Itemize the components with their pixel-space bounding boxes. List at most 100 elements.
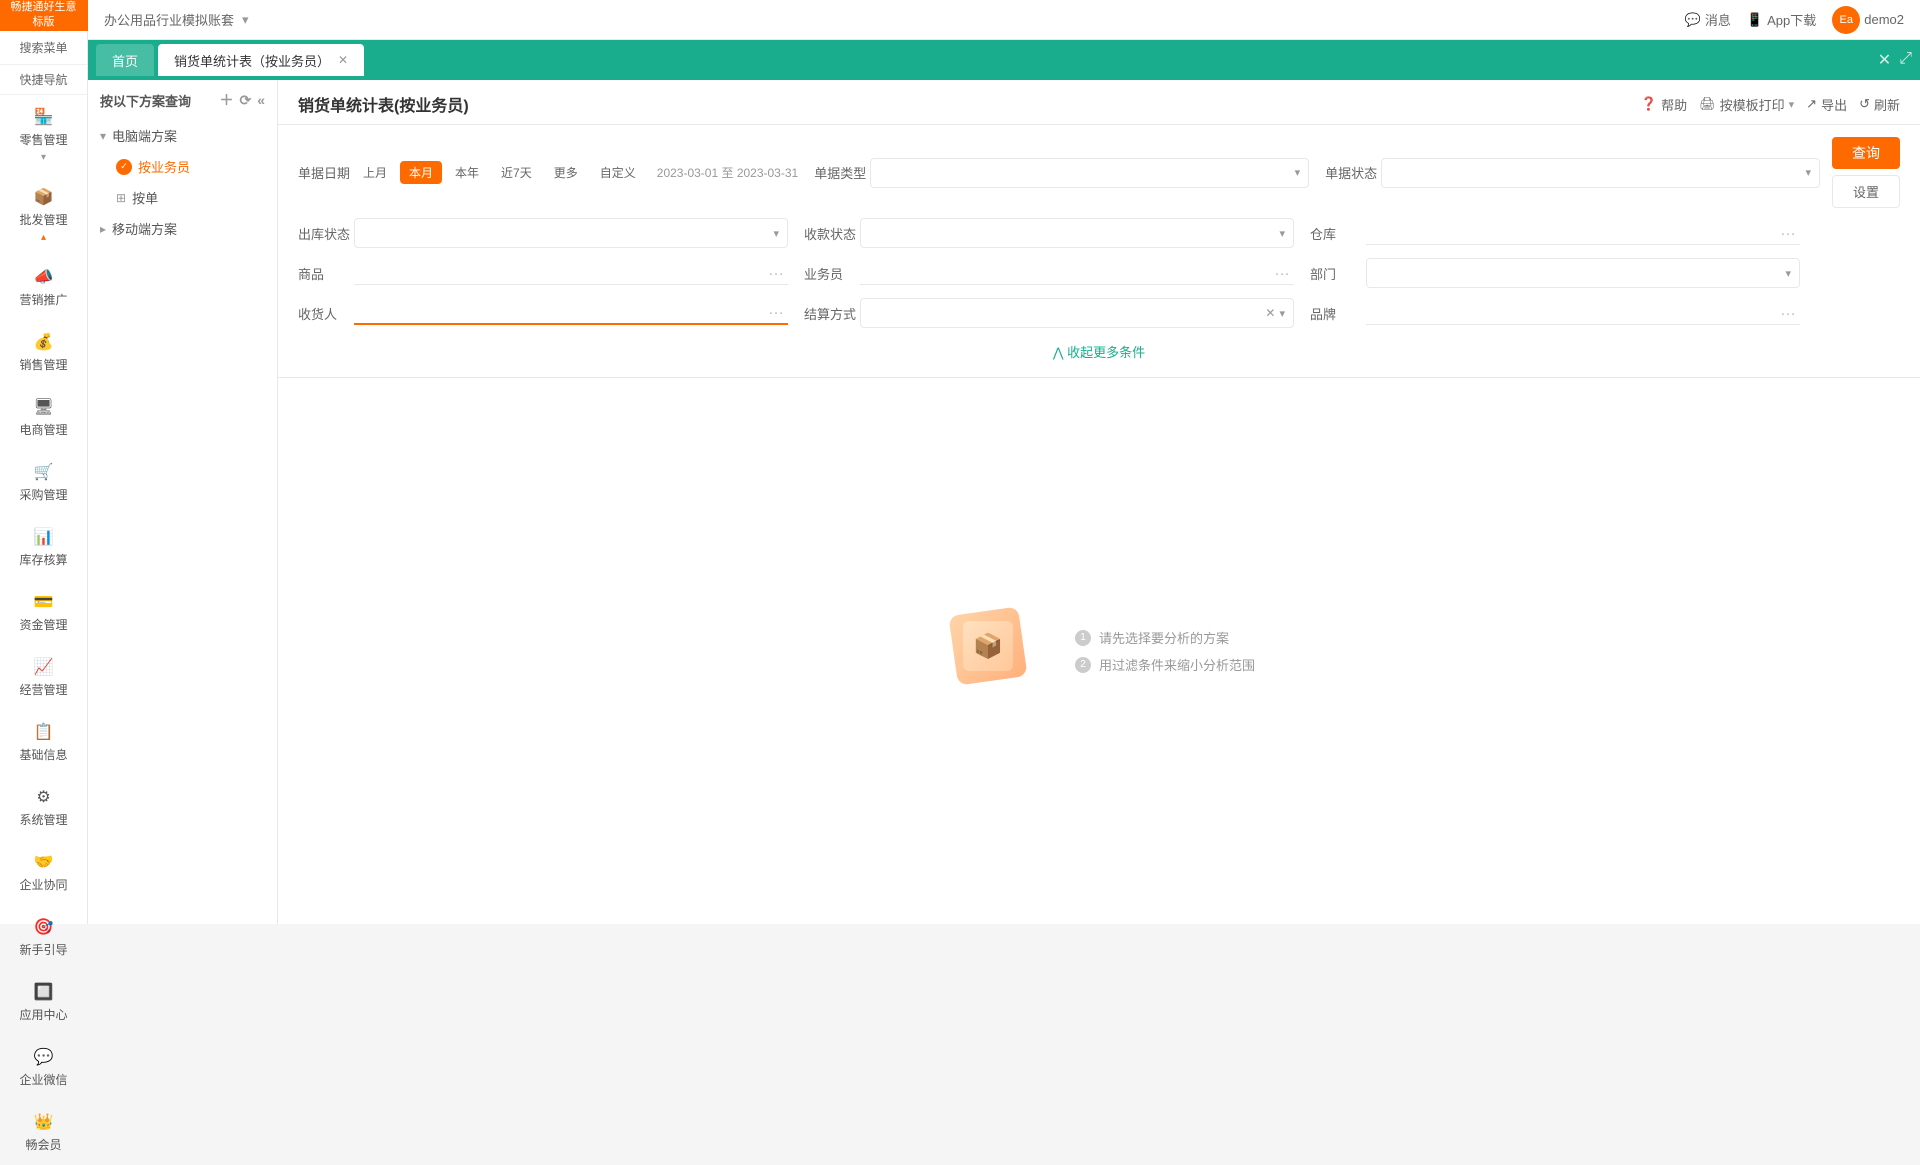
query-button[interactable]: 查询: [1832, 137, 1900, 169]
date-group: 上月 本月 本年 近7天 更多 自定义 2023-03-01 至 2023-03…: [354, 161, 798, 184]
filter-storagestatus-item: 出库状态 ▾: [298, 218, 788, 248]
app-download-label: App下载: [1767, 10, 1816, 29]
salesperson-dots-icon[interactable]: …: [1270, 262, 1294, 280]
date-btn-more[interactable]: 更多: [545, 161, 587, 184]
tab-home-label: 首页: [112, 51, 138, 70]
left-panel-title: 按以下方案查询: [100, 91, 191, 110]
sidebar-item-corpwechat[interactable]: 💬 企业微信: [0, 1035, 87, 1100]
tab-close-icon[interactable]: ✕: [338, 53, 348, 67]
sidebar-item-enterprise[interactable]: 🤝 企业协同: [0, 840, 87, 905]
sidebar-search-menu[interactable]: 搜索菜单: [0, 31, 87, 65]
sidebar-item-wholesale[interactable]: 📦 批发管理 ▴: [0, 175, 87, 255]
retail-label: 零售管理: [19, 131, 67, 148]
paymentstatus-dropdown[interactable]: ▾: [860, 218, 1294, 248]
filter-row-1: 单据日期 上月 本月 本年 近7天 更多 自定义 2023-03-01 至 20…: [298, 137, 1900, 208]
receiver-control: …: [354, 301, 788, 325]
sidebar-item-marketing[interactable]: 📣 营销推广: [0, 255, 87, 320]
tab-bar: 首页 销货单统计表（按业务员） ✕ ✕ ⤢: [88, 40, 1920, 80]
tab-report[interactable]: 销货单统计表（按业务员） ✕: [158, 44, 364, 76]
inventory-icon: 📊: [34, 527, 54, 547]
tree-item-salesperson-label: 按业务员: [138, 157, 190, 176]
collapse-conditions-btn[interactable]: ⋀ 收起更多条件: [298, 338, 1900, 365]
filter-docstatus-item: 单据状态 ▾: [1325, 158, 1820, 188]
help-btn[interactable]: ❓ 帮助: [1641, 95, 1687, 114]
sidebar-item-retail[interactable]: 🏪 零售管理 ▾: [0, 95, 87, 175]
collapse-panel-icon[interactable]: «: [257, 92, 265, 108]
brand-dots-icon[interactable]: …: [1776, 302, 1800, 320]
date-btn-this-month[interactable]: 本月: [400, 161, 442, 184]
tree-item-salesperson[interactable]: ✓ 按业务员: [88, 151, 277, 182]
sidebar-item-finance[interactable]: 💳 资金管理: [0, 580, 87, 645]
docstatus-control: ▾: [1381, 158, 1820, 188]
tab-home[interactable]: 首页: [96, 44, 154, 76]
warehouse-control: …: [1366, 222, 1800, 245]
left-panel-header: 按以下方案查询 ＋ ⟳ «: [88, 80, 277, 116]
export-btn[interactable]: ↗ 导出: [1806, 95, 1847, 114]
tab-maximize-icon[interactable]: ⤢: [1899, 50, 1912, 70]
doctype-dropdown[interactable]: ▾: [870, 158, 1309, 188]
storagestatus-dropdown[interactable]: ▾: [354, 218, 788, 248]
tree-item-by-order[interactable]: ⊞ 按单: [88, 182, 277, 213]
basic-label: 基础信息: [19, 746, 67, 763]
user-avatar: Ea: [1832, 6, 1860, 34]
message-icon: 💬: [1685, 12, 1701, 28]
salesperson-control: …: [860, 262, 1294, 285]
sidebar-item-basic[interactable]: 📋 基础信息: [0, 710, 87, 775]
sidebar-item-purchase[interactable]: 🛒 采购管理: [0, 450, 87, 515]
refresh-scheme-icon[interactable]: ⟳: [239, 92, 251, 109]
tree-section: ▾ 电脑端方案 ✓ 按业务员 ⊞ 按单 ▸ 移动端方案: [88, 116, 277, 248]
sidebar-item-newbie[interactable]: 🎯 新手引导: [0, 905, 87, 970]
message-label: 消息: [1705, 10, 1731, 29]
refresh-label: 刷新: [1874, 95, 1900, 114]
finance-label: 资金管理: [19, 616, 67, 633]
wholesale-label: 批发管理: [19, 211, 67, 228]
filter-brand-item: 品牌 …: [1310, 302, 1800, 325]
operations-label: 经营管理: [19, 681, 67, 698]
receiver-dots-icon[interactable]: …: [764, 301, 788, 319]
sidebar-item-vip[interactable]: 👑 畅会员: [0, 1100, 87, 1165]
date-btn-this-year[interactable]: 本年: [446, 161, 488, 184]
sidebar-quick-nav[interactable]: 快捷导航: [0, 65, 87, 95]
sidebar-item-appcenter[interactable]: 🔲 应用中心: [0, 970, 87, 1035]
goods-dots-icon[interactable]: …: [764, 262, 788, 280]
department-control: ▾: [1366, 258, 1800, 288]
date-btn-last-month[interactable]: 上月: [354, 161, 396, 184]
settlement-chevron-icon: ▾: [1279, 307, 1285, 320]
brand-label: 品牌: [1310, 304, 1366, 323]
settings-button[interactable]: 设置: [1832, 175, 1900, 208]
user-menu-btn[interactable]: Ea demo2: [1832, 6, 1904, 34]
company-dropdown-icon[interactable]: ▾: [242, 12, 249, 28]
tree-item-mobile-label: 移动端方案: [112, 219, 177, 238]
action-buttons: 查询 设置: [1832, 137, 1900, 208]
filter-salesperson-item: 业务员 …: [804, 262, 1294, 285]
app-download-btn[interactable]: 📱 App下载: [1747, 10, 1816, 29]
tree-item-mobile[interactable]: ▸ 移动端方案: [88, 213, 277, 244]
warehouse-dots-icon[interactable]: …: [1776, 222, 1800, 240]
department-chevron-icon: ▾: [1785, 267, 1791, 280]
sidebar-item-operations[interactable]: 📈 经营管理: [0, 645, 87, 710]
marketing-label: 营销推广: [19, 291, 67, 308]
page-header: 销货单统计表(按业务员) ❓ 帮助 🖨 按模板打印 ▾ ↗ 导出: [278, 80, 1920, 125]
tree-item-pc[interactable]: ▾ 电脑端方案: [88, 120, 277, 151]
add-scheme-icon[interactable]: ＋: [219, 90, 233, 110]
tab-close-window-icon[interactable]: ✕: [1878, 50, 1891, 70]
message-btn[interactable]: 💬 消息: [1685, 10, 1731, 29]
sidebar-item-sales[interactable]: 💰 销售管理: [0, 320, 87, 385]
sidebar-item-system[interactable]: ⚙ 系统管理: [0, 775, 87, 840]
department-dropdown[interactable]: ▾: [1366, 258, 1800, 288]
filter-row-2: 出库状态 ▾ 收款状态 ▾: [298, 218, 1900, 248]
storagestatus-chevron-icon: ▾: [773, 227, 779, 240]
date-btn-custom[interactable]: 自定义: [591, 161, 645, 184]
docstatus-dropdown[interactable]: ▾: [1381, 158, 1820, 188]
newbie-label: 新手引导: [19, 941, 67, 958]
filter-date-item: 单据日期 上月 本月 本年 近7天 更多 自定义 2023-03-01 至 20…: [298, 161, 798, 184]
refresh-btn[interactable]: ↺ 刷新: [1859, 95, 1900, 114]
date-btn-last-7[interactable]: 近7天: [492, 161, 541, 184]
collapse-icon: ⋀: [1053, 345, 1064, 360]
template-print-btn[interactable]: 🖨 按模板打印 ▾: [1699, 95, 1794, 114]
settlement-clear-icon[interactable]: ✕: [1265, 306, 1275, 320]
filter-goods-item: 商品 …: [298, 262, 788, 285]
sidebar-item-ecommerce[interactable]: 🖥 电商管理: [0, 385, 87, 450]
settlement-dropdown[interactable]: ✕ ▾: [860, 298, 1294, 328]
sidebar-item-inventory[interactable]: 📊 库存核算: [0, 515, 87, 580]
